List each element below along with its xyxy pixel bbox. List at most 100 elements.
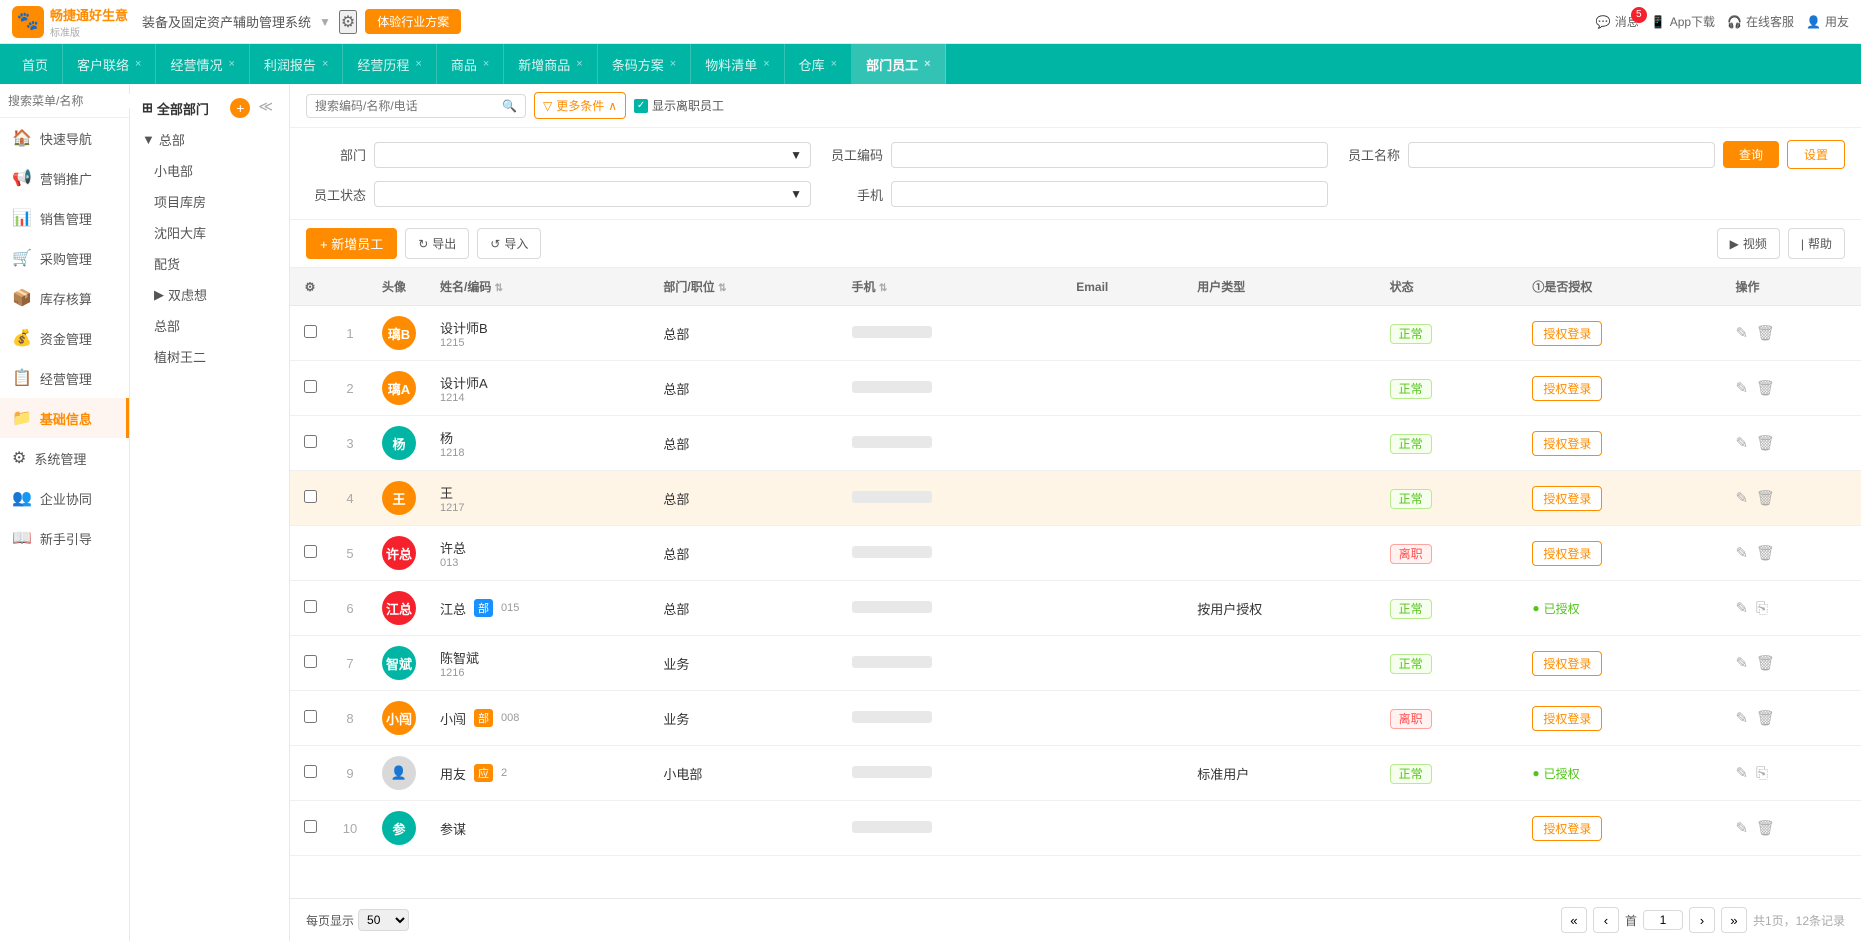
row-checkbox[interactable] bbox=[290, 581, 330, 636]
edit-button[interactable]: ✎ bbox=[1735, 764, 1748, 782]
app-download-button[interactable]: 📱 App下载 bbox=[1651, 13, 1715, 30]
next-page-button[interactable]: › bbox=[1689, 907, 1715, 933]
prev-page-button[interactable]: ‹ bbox=[1593, 907, 1619, 933]
tab-barcode-close[interactable]: × bbox=[670, 58, 676, 70]
edit-button[interactable]: ✎ bbox=[1735, 709, 1748, 727]
col-dept[interactable]: 部门/职位 ⇅ bbox=[651, 268, 839, 306]
tab-add-goods-close[interactable]: × bbox=[576, 58, 582, 70]
sidebar-item-basic-info[interactable]: 📁 基础信息 bbox=[0, 398, 129, 438]
edit-button[interactable]: ✎ bbox=[1735, 654, 1748, 672]
row-checkbox[interactable] bbox=[290, 361, 330, 416]
tab-operations-close[interactable]: × bbox=[228, 58, 234, 70]
tab-profit[interactable]: 利润报告 × bbox=[250, 44, 343, 84]
auth-button[interactable]: 授权登录 bbox=[1532, 651, 1602, 676]
auth-button[interactable]: 授权登录 bbox=[1532, 376, 1602, 401]
add-employee-button[interactable]: + 新增员工 bbox=[306, 228, 397, 259]
tab-history-close[interactable]: × bbox=[415, 58, 421, 70]
auth-button[interactable]: 授权登录 bbox=[1532, 321, 1602, 346]
sidebar-item-collab[interactable]: 👥 企业协同 bbox=[0, 478, 129, 518]
delete-button[interactable]: 🗑 bbox=[1756, 709, 1775, 727]
tab-home[interactable]: 首页 bbox=[8, 44, 63, 84]
first-page-button[interactable]: « bbox=[1561, 907, 1587, 933]
sidebar-item-marketing[interactable]: 📢 营销推广 bbox=[0, 158, 129, 198]
dept-select[interactable]: ▼ bbox=[374, 142, 811, 168]
search-button[interactable]: 查询 bbox=[1723, 141, 1779, 168]
tab-goods[interactable]: 商品 × bbox=[437, 44, 504, 84]
tab-warehouse-close[interactable]: × bbox=[831, 58, 837, 70]
auth-button[interactable]: 授权登录 bbox=[1532, 486, 1602, 511]
message-button[interactable]: 💬 消息 5 bbox=[1596, 13, 1639, 30]
delete-button[interactable]: 🗑 bbox=[1756, 324, 1775, 342]
emp-status-select[interactable]: ▼ bbox=[374, 181, 811, 207]
tab-customer-close[interactable]: × bbox=[135, 58, 141, 70]
dept-node-headquarters-parent[interactable]: ▼ 总部 bbox=[130, 124, 289, 155]
delete-button[interactable]: 🗑 bbox=[1756, 489, 1775, 507]
experience-button[interactable]: 体验行业方案 bbox=[365, 9, 461, 34]
col-settings[interactable]: ⚙ bbox=[290, 268, 330, 306]
export-button[interactable]: ↻ 导出 bbox=[405, 228, 469, 259]
page-number-input[interactable] bbox=[1643, 910, 1683, 930]
page-size-select[interactable]: 每页显示 50 100 200 bbox=[306, 909, 409, 931]
tab-employees-close[interactable]: × bbox=[924, 58, 930, 70]
row-checkbox[interactable] bbox=[290, 691, 330, 746]
video-button[interactable]: ▶ 视频 bbox=[1717, 228, 1780, 259]
tab-warehouse[interactable]: 仓库 × bbox=[785, 44, 852, 84]
delete-button[interactable]: 🗑 bbox=[1756, 654, 1775, 672]
row-checkbox[interactable] bbox=[290, 526, 330, 581]
sidebar-item-quick-nav[interactable]: 🏠 快速导航 bbox=[0, 118, 129, 158]
edit-button[interactable]: ✎ bbox=[1735, 379, 1748, 397]
dept-node-shuanglu[interactable]: ▶ 双虑想 bbox=[130, 279, 289, 310]
online-service-button[interactable]: 🎧 在线客服 bbox=[1727, 13, 1794, 30]
dept-collapse-button[interactable]: ≪ bbox=[254, 98, 277, 118]
row-checkbox[interactable] bbox=[290, 471, 330, 526]
dept-node-zhishu[interactable]: 植树王二 bbox=[130, 341, 289, 372]
copy-button[interactable]: ⎘ bbox=[1756, 600, 1768, 617]
edit-button[interactable]: ✎ bbox=[1735, 544, 1748, 562]
tab-bom-close[interactable]: × bbox=[763, 58, 769, 70]
show-resigned-toggle[interactable]: ✓ 显示离职员工 bbox=[634, 97, 724, 114]
search-input-wrapper[interactable]: 🔍 bbox=[306, 94, 526, 118]
tab-add-goods[interactable]: 新增商品 × bbox=[504, 44, 597, 84]
delete-button[interactable]: 🗑 bbox=[1756, 544, 1775, 562]
tab-history[interactable]: 经营历程 × bbox=[343, 44, 436, 84]
sidebar-item-management[interactable]: 📋 经营管理 bbox=[0, 358, 129, 398]
dept-node-shenyang[interactable]: 沈阳大库 bbox=[130, 217, 289, 248]
row-checkbox[interactable] bbox=[290, 416, 330, 471]
row-9-checkbox[interactable] bbox=[304, 765, 317, 778]
row-6-checkbox[interactable] bbox=[304, 600, 317, 613]
last-page-button[interactable]: » bbox=[1721, 907, 1747, 933]
row-checkbox[interactable] bbox=[290, 306, 330, 361]
dept-node-distribution[interactable]: 配货 bbox=[130, 248, 289, 279]
sidebar-item-finance[interactable]: 💰 资金管理 bbox=[0, 318, 129, 358]
row-10-checkbox[interactable] bbox=[304, 820, 317, 833]
delete-button[interactable]: 🗑 bbox=[1756, 819, 1775, 837]
more-conditions-button[interactable]: ▽ 更多条件 ∧ bbox=[534, 92, 626, 119]
col-phone[interactable]: 手机 ⇅ bbox=[840, 268, 1065, 306]
edit-button[interactable]: ✎ bbox=[1735, 324, 1748, 342]
import-button[interactable]: ↺ 导入 bbox=[477, 228, 541, 259]
emp-name-input[interactable] bbox=[1408, 142, 1715, 168]
page-size-dropdown[interactable]: 50 100 200 bbox=[358, 909, 409, 931]
row-checkbox[interactable] bbox=[290, 801, 330, 856]
search-input[interactable] bbox=[315, 99, 502, 113]
dept-node-headquarters-child[interactable]: 总部 bbox=[130, 310, 289, 341]
settings-button[interactable]: 设置 bbox=[1787, 140, 1845, 169]
copy-button[interactable]: ⎘ bbox=[1756, 765, 1768, 782]
auth-button[interactable]: 授权登录 bbox=[1532, 431, 1602, 456]
auth-button[interactable]: 授权登录 bbox=[1532, 706, 1602, 731]
show-resigned-checkbox[interactable]: ✓ bbox=[634, 99, 648, 113]
phone-input[interactable] bbox=[891, 181, 1328, 207]
row-checkbox[interactable] bbox=[290, 746, 330, 801]
dept-node-xiao-dian[interactable]: 小电部 bbox=[130, 155, 289, 186]
sidebar-item-sales[interactable]: 📊 销售管理 bbox=[0, 198, 129, 238]
col-name[interactable]: 姓名/编码 ⇅ bbox=[428, 268, 651, 306]
row-2-checkbox[interactable] bbox=[304, 380, 317, 393]
row-3-checkbox[interactable] bbox=[304, 435, 317, 448]
sidebar-item-guide[interactable]: 📖 新手引导 bbox=[0, 518, 129, 558]
user-button[interactable]: 👤 用友 bbox=[1806, 13, 1849, 30]
tab-customer[interactable]: 客户联络 × bbox=[63, 44, 156, 84]
edit-button[interactable]: ✎ bbox=[1735, 819, 1748, 837]
tab-goods-close[interactable]: × bbox=[483, 58, 489, 70]
emp-code-input[interactable] bbox=[891, 142, 1328, 168]
edit-button[interactable]: ✎ bbox=[1735, 489, 1748, 507]
